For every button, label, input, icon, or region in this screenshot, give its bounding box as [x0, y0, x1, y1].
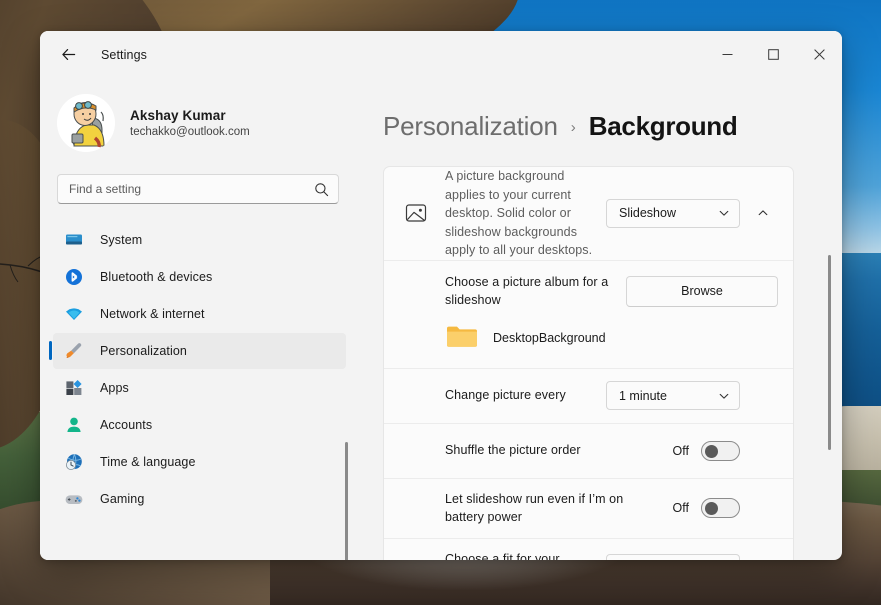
desktop-fit-dropdown[interactable]: Fill — [606, 553, 740, 560]
sidebar-item-time-language[interactable]: Time & language — [53, 444, 346, 480]
app-title: Settings — [101, 47, 147, 62]
title-bar: Settings — [40, 31, 842, 78]
background-type-dropdown[interactable]: Slideshow — [606, 198, 740, 228]
change-interval-value: 1 minute — [619, 388, 667, 403]
gamepad-icon — [63, 488, 85, 510]
sidebar-item-gaming[interactable]: Gaming — [53, 481, 346, 517]
selected-album[interactable]: DesktopBackground — [384, 322, 793, 368]
search-box[interactable] — [57, 174, 339, 204]
background-type-value: Slideshow — [619, 206, 676, 221]
sidebar-item-label: Time & language — [100, 455, 196, 469]
profile-email: techakko@outlook.com — [130, 126, 250, 138]
window-controls — [704, 31, 842, 78]
sidebar-item-label: Bluetooth & devices — [100, 270, 213, 284]
sidebar-item-label: Network & internet — [100, 307, 205, 321]
row-shuffle-controls: Off — [673, 436, 778, 466]
search-input[interactable] — [69, 182, 314, 196]
battery-label: Let slideshow run even if I’m on battery… — [445, 491, 624, 525]
row-choose-album: Choose a picture album for a slideshow B… — [384, 259, 793, 322]
breadcrumb-root[interactable]: Personalization — [383, 111, 558, 142]
minimize-icon[interactable] — [704, 36, 750, 74]
sidebar-nav: System Bluetooth & devices Network & int… — [40, 222, 356, 517]
clock-globe-icon — [63, 451, 85, 473]
row-album-controls: Browse — [626, 275, 778, 307]
sidebar-scrollbar-thumb[interactable] — [345, 442, 348, 560]
row-change-picture-every: Change picture every 1 minute — [384, 367, 793, 423]
chevron-down-icon — [718, 390, 730, 402]
row-shuffle-picture-order: Shuffle the picture order Off — [384, 422, 793, 478]
close-icon[interactable] — [796, 36, 842, 74]
user-profile[interactable]: Akshay Kumar techakko@outlook.com — [57, 94, 356, 152]
battery-toggle[interactable] — [701, 498, 740, 518]
row-personalize-background: A picture background applies to your cur… — [384, 167, 793, 260]
row-change-every-controls: 1 minute — [606, 381, 778, 411]
page-title: Background — [588, 111, 738, 141]
main-content: Personalization › Background A picture b… — [356, 78, 842, 560]
sidebar-item-label: Gaming — [100, 492, 145, 506]
folder-icon — [445, 322, 479, 355]
row-battery-slideshow: Let slideshow run even if I’m on battery… — [384, 477, 793, 538]
change-picture-every-label: Change picture every — [445, 388, 566, 403]
browse-button[interactable]: Browse — [626, 275, 778, 307]
background-settings-card: A picture background applies to your cur… — [383, 166, 794, 560]
monitor-icon — [63, 229, 85, 251]
settings-scroll-area: A picture background applies to your cur… — [366, 166, 842, 560]
apps-icon — [63, 377, 85, 399]
row-battery-controls: Off — [673, 493, 778, 523]
sidebar-item-label: System — [100, 233, 143, 247]
breadcrumb: Personalization › Background — [366, 78, 842, 156]
profile-text: Akshay Kumar techakko@outlook.com — [130, 108, 250, 138]
breadcrumb-separator-icon: › — [570, 119, 576, 136]
change-interval-dropdown[interactable]: 1 minute — [606, 381, 740, 410]
shuffle-toggle[interactable] — [701, 440, 740, 461]
window-body: Akshay Kumar techakko@outlook.com Find a… — [40, 78, 842, 560]
chevron-up-icon[interactable] — [748, 198, 778, 228]
maximize-icon[interactable] — [750, 36, 796, 74]
settings-window: Settings Akshay Kumar techakko@outlook.c… — [40, 31, 842, 560]
row-personalize-controls: Slideshow — [606, 198, 778, 228]
battery-state-label: Off — [672, 501, 689, 515]
row-choose-fit: Choose a fit for your desktop image Fill — [384, 537, 793, 561]
choose-album-label: Choose a picture album for a slideshow — [445, 274, 609, 308]
paintbrush-icon — [63, 340, 85, 362]
sidebar-item-network-internet[interactable]: Network & internet — [53, 296, 346, 332]
sidebar-item-label: Accounts — [100, 418, 153, 432]
row-fit-controls: Fill — [606, 553, 778, 560]
picture-icon — [401, 200, 431, 226]
sidebar-item-bluetooth-devices[interactable]: Bluetooth & devices — [53, 259, 346, 295]
chevron-down-icon — [718, 207, 730, 219]
sidebar-item-personalization[interactable]: Personalization — [49, 333, 346, 369]
sidebar-item-apps[interactable]: Apps — [53, 370, 346, 406]
toggle-knob — [705, 502, 718, 515]
shuffle-state-label: Off — [672, 443, 689, 458]
background-description: A picture background applies to your cur… — [445, 169, 593, 257]
sidebar-scrollbar-track[interactable] — [341, 228, 353, 560]
sidebar-item-label: Apps — [100, 381, 129, 395]
sidebar-item-label: Personalization — [100, 344, 187, 358]
main-scrollbar-thumb[interactable] — [828, 255, 831, 450]
choose-fit-label: Choose a fit for your desktop image — [445, 551, 560, 561]
profile-name: Akshay Kumar — [130, 108, 226, 123]
album-name: DesktopBackground — [493, 331, 606, 345]
back-arrow-icon[interactable] — [52, 39, 84, 71]
shuffle-label: Shuffle the picture order — [445, 443, 581, 458]
wifi-icon — [63, 303, 85, 325]
bluetooth-icon — [63, 266, 85, 288]
avatar — [57, 94, 115, 152]
sidebar: Akshay Kumar techakko@outlook.com Find a… — [40, 78, 356, 560]
search-icon — [314, 182, 329, 197]
sidebar-item-accounts[interactable]: Accounts — [53, 407, 346, 443]
account-icon — [63, 414, 85, 436]
toggle-knob — [705, 444, 718, 458]
sidebar-item-system[interactable]: System — [53, 222, 346, 258]
